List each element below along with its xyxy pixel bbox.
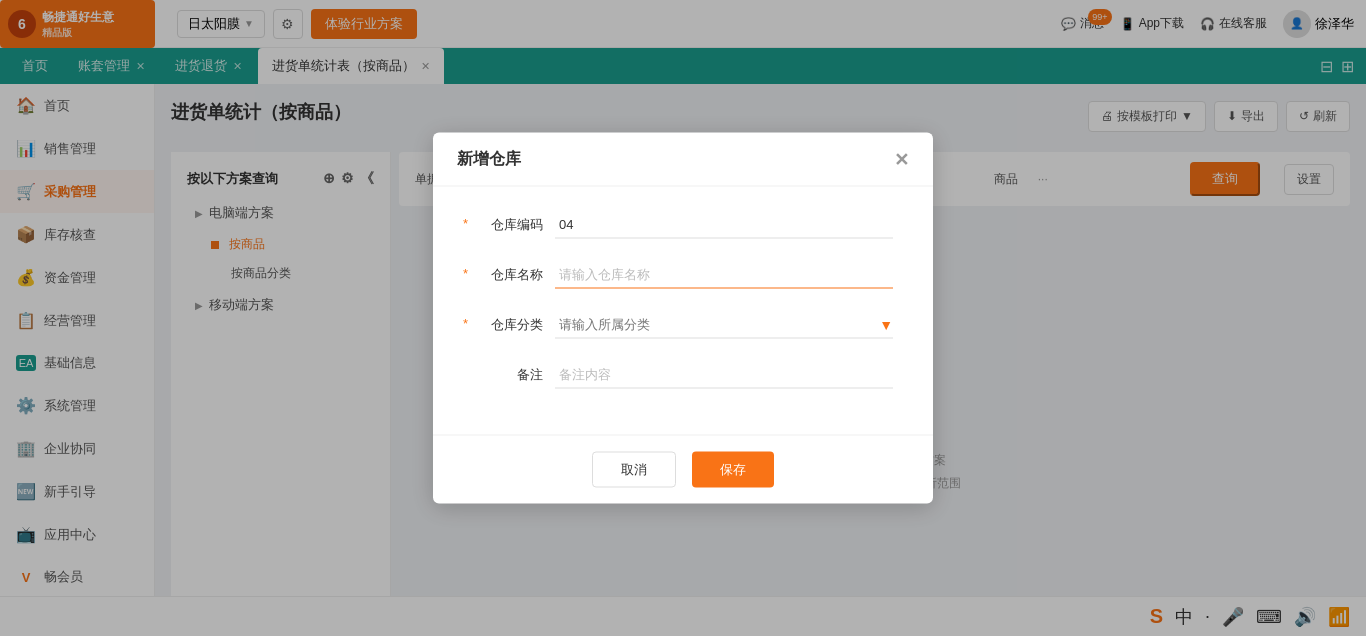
category-label: 仓库分类 (473, 316, 543, 334)
name-input[interactable] (555, 261, 893, 289)
modal-body: 仓库编码 仓库名称 仓库分类 ▼ 备注 (433, 187, 933, 435)
note-label: 备注 (473, 366, 543, 384)
name-label: 仓库名称 (473, 266, 543, 284)
new-warehouse-modal: 新增仓库 ✕ 仓库编码 仓库名称 仓库分类 ▼ 备注 取消 保存 (433, 133, 933, 504)
code-input[interactable] (555, 211, 893, 239)
modal-title: 新增仓库 (457, 149, 521, 170)
category-select-wrapper: ▼ (555, 311, 893, 339)
form-row-name: 仓库名称 (473, 261, 893, 289)
note-input[interactable] (555, 361, 893, 389)
form-row-category: 仓库分类 ▼ (473, 311, 893, 339)
modal-header: 新增仓库 ✕ (433, 133, 933, 187)
save-button[interactable]: 保存 (692, 452, 774, 488)
code-label: 仓库编码 (473, 216, 543, 234)
cancel-button[interactable]: 取消 (592, 452, 676, 488)
form-row-note: 备注 (473, 361, 893, 389)
category-input[interactable] (555, 311, 879, 338)
category-dropdown-icon[interactable]: ▼ (879, 316, 893, 332)
modal-close-button[interactable]: ✕ (894, 150, 909, 168)
form-row-code: 仓库编码 (473, 211, 893, 239)
modal-footer: 取消 保存 (433, 435, 933, 504)
